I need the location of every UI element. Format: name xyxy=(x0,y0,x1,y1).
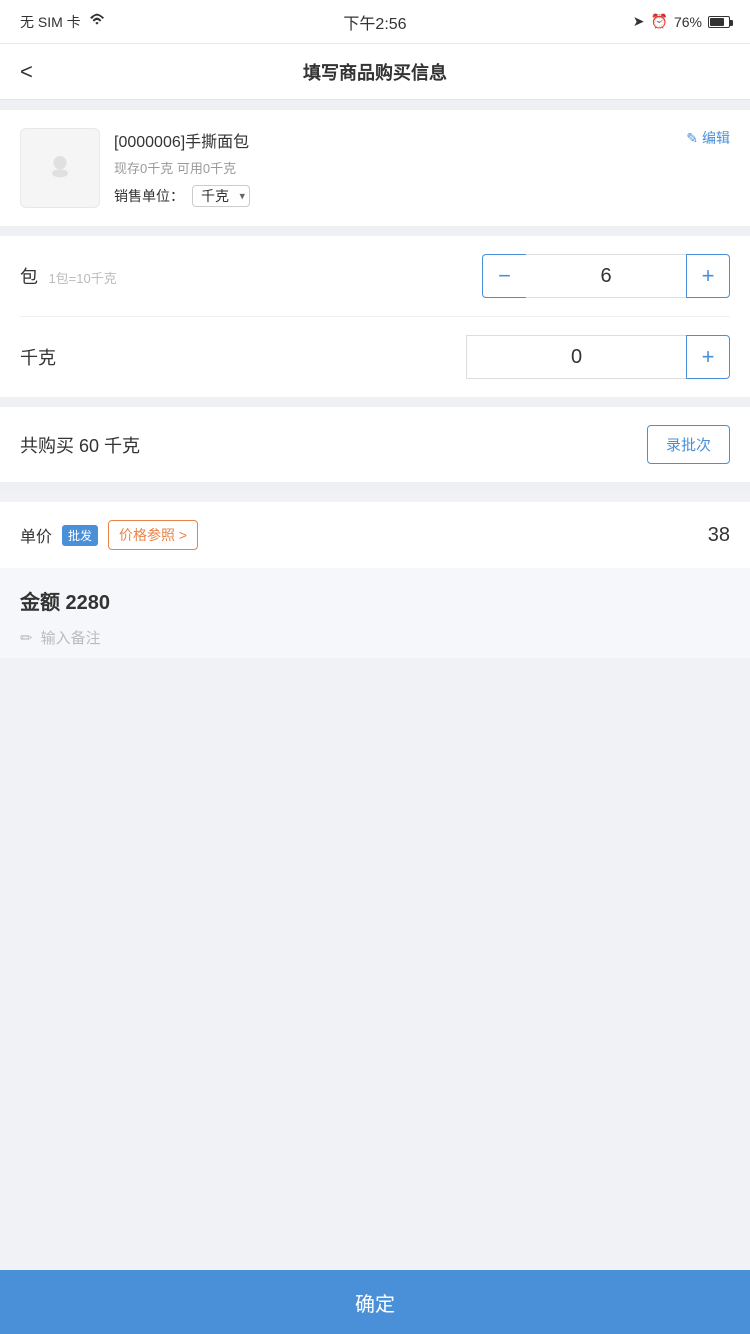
kg-row: 千克 + xyxy=(20,317,730,397)
edit-label: 编辑 xyxy=(702,128,730,148)
kg-plus-button[interactable]: + xyxy=(686,335,730,379)
bao-label: 包 xyxy=(20,267,38,287)
unit-select-wrap[interactable]: 千克 xyxy=(192,185,250,207)
total-text: 共购买 60 千克 xyxy=(20,432,140,458)
carrier-text: 无 SIM 卡 xyxy=(20,12,81,32)
unit-label: 销售单位： xyxy=(114,186,184,206)
kg-label: 千克 xyxy=(20,348,56,368)
bao-input[interactable] xyxy=(526,254,686,298)
alarm-icon: ⏰ xyxy=(651,13,668,30)
status-left: 无 SIM 卡 xyxy=(20,12,105,32)
product-name: [0000006]手撕面包 xyxy=(114,128,730,152)
product-unit-row: 销售单位： 千克 xyxy=(114,185,730,207)
separator-1 xyxy=(0,226,750,236)
product-image xyxy=(20,128,100,208)
status-bar: 无 SIM 卡 下午2:56 ➤ ⏰ 76% xyxy=(0,0,750,44)
location-icon: ➤ xyxy=(633,13,645,30)
kg-input[interactable] xyxy=(466,335,686,379)
batch-button[interactable]: 录批次 xyxy=(647,425,730,464)
product-info: [0000006]手撕面包 现存0千克 可用0千克 销售单位： 千克 xyxy=(114,128,730,207)
bao-plus-button[interactable]: + xyxy=(686,254,730,298)
amount-label: 金额 2280 xyxy=(20,592,110,614)
price-label: 单价 xyxy=(20,523,52,547)
note-icon: ✏ xyxy=(20,629,33,647)
input-section: 包 1包=10千克 − + 千克 + xyxy=(0,236,750,397)
battery-bar xyxy=(708,16,730,28)
amount-section: 金额 2280 ✏ 输入备注 xyxy=(0,568,750,658)
price-value: 38 xyxy=(708,524,730,547)
bao-minus-button[interactable]: − xyxy=(482,254,526,298)
note-row[interactable]: ✏ 输入备注 xyxy=(20,627,730,648)
separator-2 xyxy=(0,397,750,407)
note-placeholder: 输入备注 xyxy=(41,627,101,648)
edit-icon: ✎ xyxy=(686,130,698,147)
kg-controls: + xyxy=(466,335,730,379)
kg-label-wrap: 千克 xyxy=(20,344,56,370)
page-title: 填写商品购买信息 xyxy=(303,59,447,85)
product-stock: 现存0千克 可用0千克 xyxy=(114,158,730,177)
status-right: ➤ ⏰ 76% xyxy=(633,13,730,30)
confirm-button[interactable]: 确定 xyxy=(355,1288,395,1317)
nav-bar: < 填写商品购买信息 xyxy=(0,44,750,100)
product-card: [0000006]手撕面包 现存0千克 可用0千克 销售单位： 千克 ✎ 编辑 xyxy=(0,110,750,226)
separator-top xyxy=(0,100,750,110)
total-section: 共购买 60 千克 录批次 xyxy=(0,407,750,482)
bao-controls: − + xyxy=(482,254,730,298)
bao-label-wrap: 包 1包=10千克 xyxy=(20,263,117,289)
battery-percentage: 76% xyxy=(674,14,702,30)
unit-select[interactable]: 千克 xyxy=(192,185,250,207)
bao-row: 包 1包=10千克 − + xyxy=(20,236,730,317)
price-badge: 批发 xyxy=(62,525,98,546)
edit-button[interactable]: ✎ 编辑 xyxy=(686,128,730,148)
amount-row: 金额 2280 xyxy=(20,586,730,615)
wifi-icon xyxy=(89,12,105,31)
back-button[interactable]: < xyxy=(20,59,33,85)
separator-3 xyxy=(0,482,750,492)
bao-hint: 1包=10千克 xyxy=(48,271,116,286)
status-time: 下午2:56 xyxy=(343,10,406,34)
bottom-spacer xyxy=(0,658,750,958)
confirm-bar[interactable]: 确定 xyxy=(0,1270,750,1334)
price-ref-button[interactable]: 价格参照 > xyxy=(108,520,198,550)
price-section: 单价 批发 价格参照 > 38 xyxy=(0,502,750,568)
